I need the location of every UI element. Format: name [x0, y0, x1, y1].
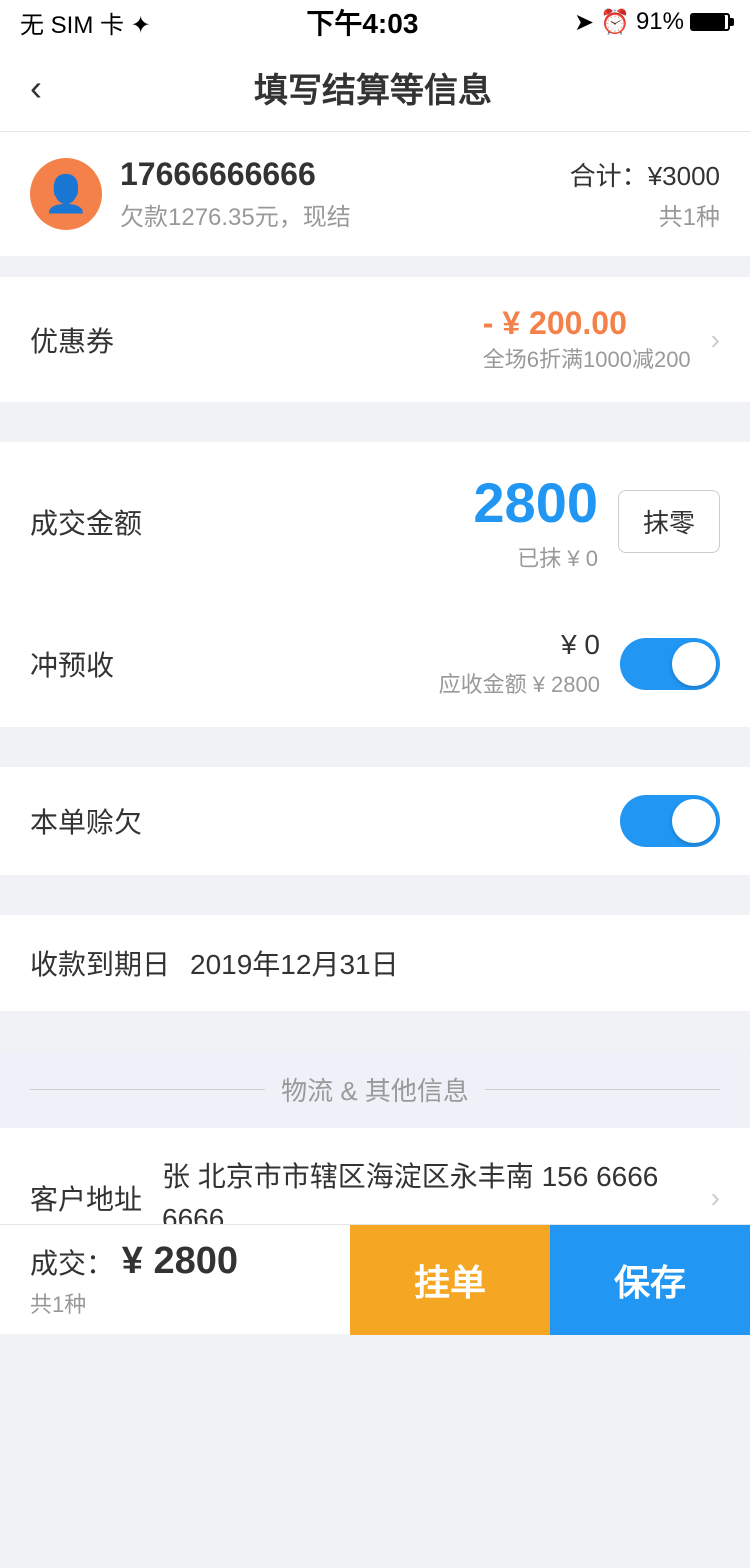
location-icon: ➤	[574, 8, 594, 37]
customer-phone: 17666666666	[120, 156, 351, 193]
battery-percent: 91%	[636, 8, 684, 36]
divider-1	[0, 422, 750, 442]
chongyu-toggle[interactable]	[620, 638, 720, 690]
logistics-line-left	[30, 1089, 265, 1090]
hang-button[interactable]: 挂单	[350, 1225, 550, 1335]
customer-card: 👤 17666666666 欠款1276.35元，现结 合计：¥3000 共1种	[0, 132, 750, 257]
bottom-bar: 成交： ¥ 2800 共1种 挂单 保存	[0, 1224, 750, 1334]
total-value-inline: ¥3000	[648, 161, 720, 191]
chongyu-sub: 应收金额 ¥ 2800	[439, 667, 600, 699]
deal-already-label: 已抹 ¥ 0	[473, 541, 598, 573]
back-button[interactable]: ‹	[30, 70, 42, 106]
customer-info: 17666666666 欠款1276.35元，现结	[120, 156, 351, 232]
chongyu-values: ¥ 0 应收金额 ¥ 2800	[439, 629, 600, 699]
status-bar: 无 SIM 卡 ✦ 下午4:03 ➤ ⏰ 91%	[0, 0, 750, 44]
chongyu-label: 冲预收	[30, 644, 114, 684]
bendan-toggle-circle	[672, 799, 716, 843]
status-time: 下午4:03	[306, 2, 418, 42]
total-label: 合计：¥3000	[570, 156, 720, 193]
coupon-section: 优惠券 - ¥ 200.00 全场6折满1000减200 ›	[0, 277, 750, 402]
deal-label: 成交金额	[30, 502, 142, 542]
bendan-label: 本单赊欠	[30, 801, 142, 841]
divider-4	[0, 1031, 750, 1051]
battery-fill	[692, 15, 725, 29]
deal-amount-value: 2800	[473, 470, 598, 535]
logistics-label: 物流 & 其他信息	[281, 1071, 469, 1108]
sim-label: 无 SIM 卡 ✦	[20, 5, 151, 40]
address-label: 客户地址	[30, 1178, 142, 1218]
customer-left: 👤 17666666666 欠款1276.35元，现结	[30, 156, 351, 232]
customer-right: 合计：¥3000 共1种	[570, 156, 720, 232]
coupon-chevron-icon: ›	[711, 324, 720, 356]
due-date-section: 收款到期日 2019年12月31日	[0, 915, 750, 1011]
status-right: ➤ ⏰ 91%	[574, 8, 730, 37]
alarm-icon: ⏰	[600, 8, 630, 37]
bendan-row: 本单赊欠	[0, 767, 750, 875]
main-content: 👤 17666666666 欠款1276.35元，现结 合计：¥3000 共1种…	[0, 132, 750, 1568]
coupon-sub: 全场6折满1000减200	[483, 342, 691, 374]
bendan-toggle[interactable]	[620, 795, 720, 847]
coupon-row[interactable]: 优惠券 - ¥ 200.00 全场6折满1000减200 ›	[0, 277, 750, 402]
deal-amount-group: 2800 已抹 ¥ 0	[473, 470, 598, 573]
due-value: 2019年12月31日	[190, 943, 399, 983]
customer-desc: 欠款1276.35元，现结	[120, 197, 351, 232]
due-date-row: 收款到期日 2019年12月31日	[0, 915, 750, 1011]
chongyu-value: ¥ 0	[561, 629, 600, 661]
total-count: 共1种	[570, 197, 720, 232]
bendan-section: 本单赊欠	[0, 767, 750, 875]
bottom-deal-line: 成交： ¥ 2800	[30, 1240, 320, 1283]
coupon-right: - ¥ 200.00 全场6折满1000减200 ›	[483, 305, 720, 374]
logistics-header: 物流 & 其他信息	[0, 1051, 750, 1128]
avatar-icon: 👤	[44, 176, 89, 212]
coupon-value-group: - ¥ 200.00 全场6折满1000减200	[483, 305, 691, 374]
battery-icon	[690, 13, 730, 31]
deal-section: 成交金额 2800 已抹 ¥ 0 抹零 冲预收 ¥ 0 应收金额 ¥ 2800	[0, 442, 750, 727]
address-chevron-icon: ›	[711, 1182, 720, 1214]
avatar: 👤	[30, 158, 102, 230]
status-left: 无 SIM 卡 ✦	[20, 5, 151, 40]
bottom-summary: 成交： ¥ 2800 共1种	[0, 1240, 350, 1319]
save-button[interactable]: 保存	[550, 1225, 750, 1335]
nav-bar: ‹ 填写结算等信息	[0, 44, 750, 132]
divider-3	[0, 895, 750, 915]
due-label: 收款到期日	[30, 943, 170, 983]
bottom-count: 共1种	[30, 1287, 320, 1319]
coupon-value: - ¥ 200.00	[483, 305, 691, 342]
round-button[interactable]: 抹零	[618, 490, 720, 553]
deal-amount-row: 成交金额 2800 已抹 ¥ 0 抹零	[0, 442, 750, 601]
logistics-line-right	[485, 1089, 720, 1090]
coupon-label: 优惠券	[30, 320, 114, 360]
divider-2	[0, 747, 750, 767]
chongyu-right-wrap: ¥ 0 应收金额 ¥ 2800	[439, 629, 720, 699]
page-title: 填写结算等信息	[62, 63, 684, 112]
toggle-circle	[672, 642, 716, 686]
bottom-deal-label: 成交：	[30, 1248, 114, 1279]
deal-right: 2800 已抹 ¥ 0 抹零	[473, 470, 720, 573]
chongyu-row: 冲预收 ¥ 0 应收金额 ¥ 2800	[0, 601, 750, 727]
bottom-amount: ¥ 2800	[122, 1240, 238, 1282]
